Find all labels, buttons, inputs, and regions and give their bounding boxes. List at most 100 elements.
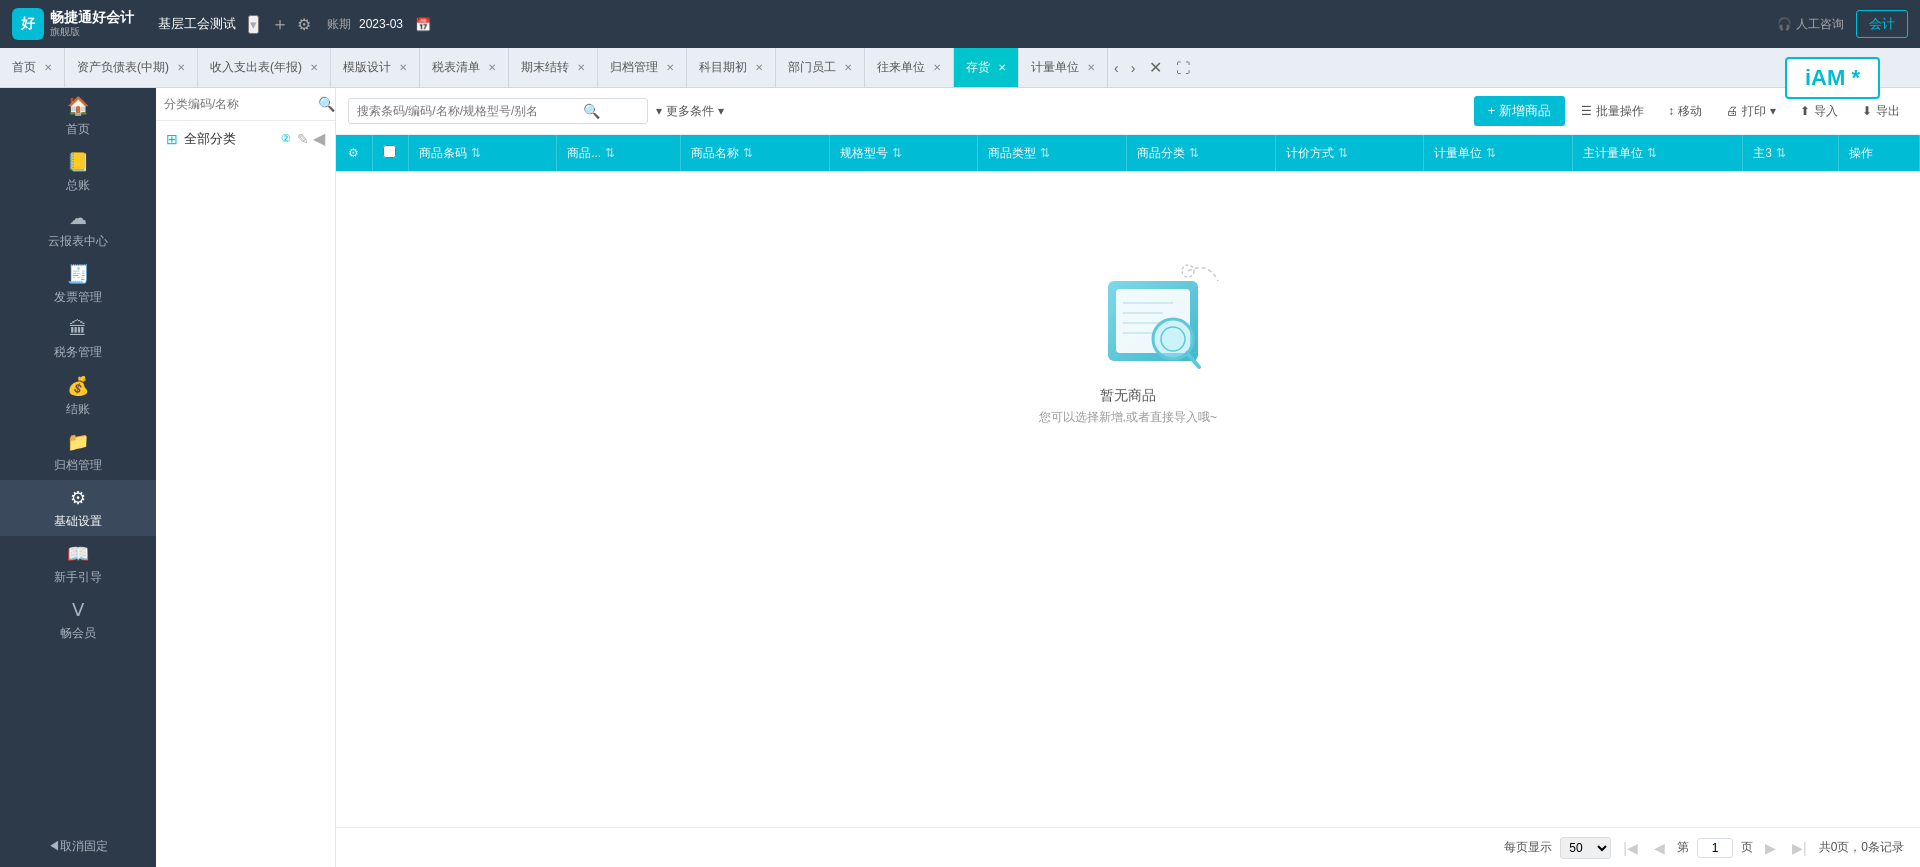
sidebar-item-closing[interactable]: 💰 结账 [0, 368, 156, 424]
tab-counterparty[interactable]: 往来单位 ✕ [865, 48, 954, 88]
sidebar-label-archive: 归档管理 [54, 457, 102, 474]
settings-gear-btn[interactable]: ⚙ [297, 15, 311, 34]
sidebar-item-guide[interactable]: 📖 新手引导 [0, 536, 156, 592]
closing-icon: 💰 [67, 375, 89, 397]
sidebar-item-basic-settings[interactable]: ⚙ 基础设置 [0, 480, 156, 536]
new-product-btn[interactable]: + 新增商品 [1474, 96, 1565, 126]
page-first-btn[interactable]: |◀ [1619, 838, 1642, 858]
sidebar-item-invoice[interactable]: 🧾 发票管理 [0, 256, 156, 312]
page-next-btn[interactable]: ▶ [1761, 838, 1780, 858]
empty-illustration [1068, 251, 1228, 391]
th-type[interactable]: 商品类型⇅ [978, 135, 1127, 171]
th-barcode[interactable]: 商品条码⇅ [408, 135, 557, 171]
filter-label: 更多条件 [666, 103, 714, 120]
panel-collapse-btn[interactable]: ◀ [313, 129, 325, 148]
th-code[interactable]: 商品...⇅ [557, 135, 681, 171]
iam-button[interactable]: iAM * [1785, 57, 1880, 99]
right-content: 🔍 ▾ 更多条件 ▾ + 新增商品 ☰ 批量操作 ↕ 移动 [336, 88, 1920, 867]
th-category[interactable]: 商品分类⇅ [1126, 135, 1275, 171]
tab-next-btn[interactable]: › [1125, 48, 1142, 88]
print-btn[interactable]: 🖨 打印 ▾ [1718, 99, 1784, 124]
sidebar-label-home: 首页 [66, 121, 90, 138]
toolbar: 🔍 ▾ 更多条件 ▾ + 新增商品 ☰ 批量操作 ↕ 移动 [336, 88, 1920, 135]
export-btn[interactable]: ⬇ 导出 [1854, 99, 1908, 124]
import-btn[interactable]: ⬆ 导入 [1792, 99, 1846, 124]
add-tab-btn[interactable]: ＋ [271, 12, 289, 36]
pagination-bar: 每页显示 50 100 200 |◀ ◀ 第 页 ▶ ▶| 共0页，0条记录 [336, 827, 1920, 867]
tab-period-close[interactable]: 期末结转 ✕ [509, 48, 598, 88]
ai-service-btn[interactable]: 🎧 人工咨询 [1777, 16, 1844, 33]
tab-archive[interactable]: 归档管理 ✕ [598, 48, 687, 88]
move-btn[interactable]: ↕ 移动 [1660, 99, 1710, 124]
th-name[interactable]: 商品名称⇅ [680, 135, 829, 171]
calendar-icon[interactable]: 📅 [415, 17, 431, 32]
tab-tax-report[interactable]: 税表清单 ✕ [420, 48, 509, 88]
tab-subject-close[interactable]: ✕ [755, 62, 763, 73]
tab-unit-label: 计量单位 [1031, 59, 1079, 76]
tab-unit-close[interactable]: ✕ [1087, 62, 1095, 73]
tab-template-design[interactable]: 模版设计 ✕ [331, 48, 420, 88]
th-unit[interactable]: 计量单位⇅ [1424, 135, 1573, 171]
tab-home[interactable]: 首页 ✕ [0, 48, 65, 88]
tab-income-statement[interactable]: 收入支出表(年报) ✕ [198, 48, 331, 88]
tab-balance-close[interactable]: ✕ [177, 62, 185, 73]
tab-balance-sheet[interactable]: 资产负债表(中期) ✕ [65, 48, 198, 88]
tab-unit[interactable]: 计量单位 ✕ [1019, 48, 1108, 88]
tab-inventory-close[interactable]: ✕ [998, 62, 1006, 73]
empty-icon [1068, 251, 1188, 371]
export-icon: ⬇ [1862, 104, 1872, 118]
tab-dept-close[interactable]: ✕ [844, 62, 852, 73]
account-button[interactable]: 会计 [1856, 10, 1908, 38]
category-edit-btn[interactable]: ✎ [297, 129, 309, 148]
filter-btn[interactable]: ▾ 更多条件 ▾ [656, 103, 724, 120]
tab-archive-close[interactable]: ✕ [666, 62, 674, 73]
category-search-btn[interactable]: 🔍 [318, 96, 335, 112]
tab-tax-close[interactable]: ✕ [488, 62, 496, 73]
th-settings[interactable]: ⚙ [336, 135, 372, 171]
main-search-input[interactable] [357, 104, 577, 118]
page-last-btn[interactable]: ▶| [1788, 838, 1811, 858]
tab-home-close[interactable]: ✕ [44, 62, 52, 73]
export-label: 导出 [1876, 103, 1900, 120]
unpin-label: ◀取消固定 [48, 838, 108, 855]
th-price-method[interactable]: 计价方式⇅ [1275, 135, 1424, 171]
sidebar-unpin-btn[interactable]: ◀取消固定 [0, 826, 156, 867]
batch-ops-btn[interactable]: ☰ 批量操作 [1573, 99, 1652, 124]
tab-dept-employee[interactable]: 部门员工 ✕ [776, 48, 865, 88]
page-prev-btn[interactable]: ◀ [1650, 838, 1669, 858]
tab-subject-init[interactable]: 科目期初 ✕ [687, 48, 776, 88]
tab-inventory-label: 存货 [966, 59, 990, 76]
select-all-checkbox[interactable] [383, 145, 396, 158]
sidebar-item-tax[interactable]: 🏛 税务管理 [0, 312, 156, 368]
tab-close-all-btn[interactable]: ✕ [1141, 48, 1170, 88]
th-main-unit[interactable]: 主计量单位⇅ [1572, 135, 1742, 171]
svg-point-8 [1161, 327, 1185, 351]
tab-expand-btn[interactable]: ⛶ [1170, 48, 1196, 88]
per-page-label: 每页显示 [1504, 839, 1552, 856]
per-page-select[interactable]: 50 100 200 [1560, 837, 1611, 859]
th-checkbox[interactable] [372, 135, 408, 171]
sidebar-item-ledger[interactable]: 📒 总账 [0, 144, 156, 200]
category-actions: ✎ ◀ [297, 129, 325, 148]
tab-income-close[interactable]: ✕ [310, 62, 318, 73]
category-search-input[interactable] [164, 97, 314, 111]
tab-period-close-x[interactable]: ✕ [577, 62, 585, 73]
page-number-input[interactable] [1697, 838, 1733, 858]
company-dropdown-btn[interactable]: ▾ [248, 15, 259, 34]
product-table: ⚙ 商品条码⇅ 商品...⇅ 商品名称⇅ 规格型号⇅ 商品类型⇅ 商品分类⇅ 计… [336, 135, 1920, 506]
invoice-icon: 🧾 [67, 263, 89, 285]
tab-counterparty-close[interactable]: ✕ [933, 62, 941, 73]
tab-counterparty-label: 往来单位 [877, 59, 925, 76]
th-spec[interactable]: 规格型号⇅ [829, 135, 978, 171]
tab-template-close[interactable]: ✕ [399, 62, 407, 73]
tab-period-close-label: 期末结转 [521, 59, 569, 76]
app-subtitle: 旗舰版 [50, 25, 134, 39]
sidebar-item-reports[interactable]: ☁ 云报表中心 [0, 200, 156, 256]
sidebar-item-membership[interactable]: Ⅴ 畅会员 [0, 592, 156, 648]
main-search-icon[interactable]: 🔍 [583, 103, 600, 119]
tab-inventory[interactable]: 存货 ✕ [954, 48, 1019, 88]
sidebar-item-home[interactable]: 🏠 首页 [0, 88, 156, 144]
th-col3[interactable]: 主3⇅ [1743, 135, 1839, 171]
tab-prev-btn[interactable]: ‹ [1108, 48, 1125, 88]
sidebar-item-archive[interactable]: 📁 归档管理 [0, 424, 156, 480]
